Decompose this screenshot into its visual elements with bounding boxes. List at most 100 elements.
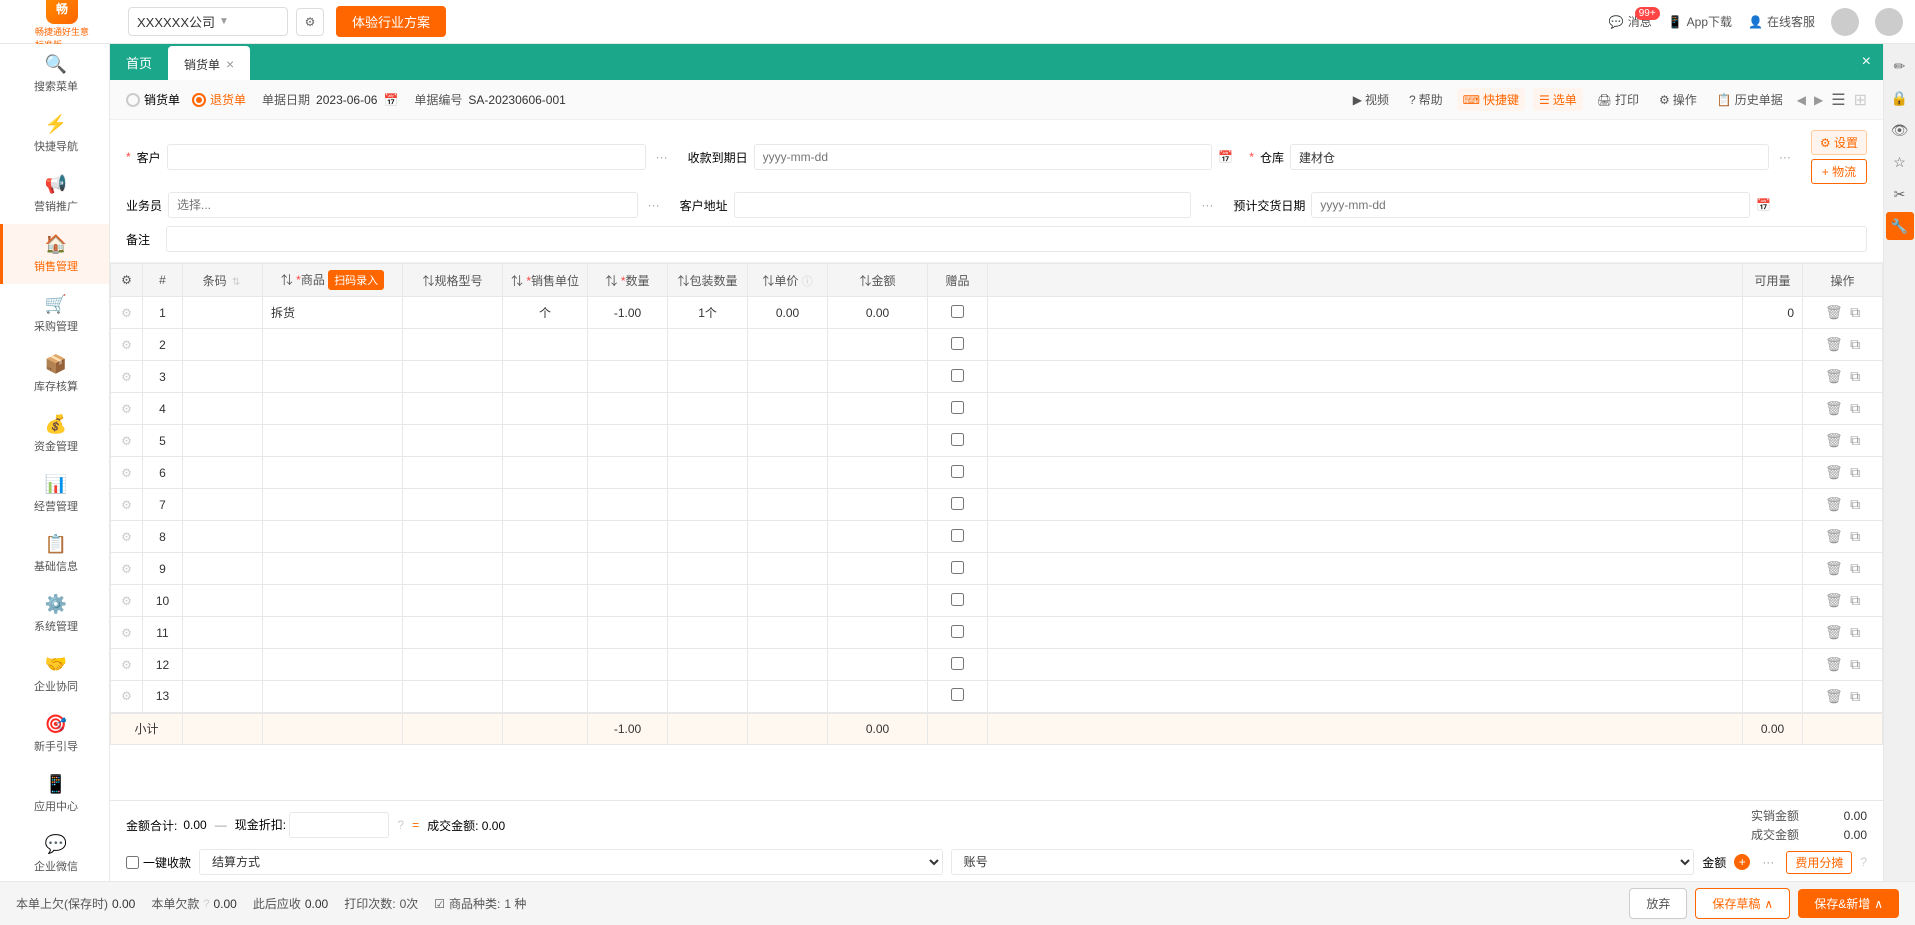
cell-spec[interactable]: [403, 489, 503, 521]
cell-pkg-qty[interactable]: [668, 489, 748, 521]
cell-pkg-qty[interactable]: [668, 649, 748, 681]
shortcut-btn[interactable]: ⌨ 快捷键: [1457, 88, 1525, 111]
copy-icon[interactable]: ⧉: [1850, 464, 1860, 480]
cell-gear[interactable]: ⚙: [111, 329, 143, 361]
cell-unit[interactable]: [503, 553, 588, 585]
remark-input[interactable]: [166, 226, 1867, 252]
user-avatar[interactable]: [1831, 8, 1859, 36]
radio-return[interactable]: 退货单: [192, 91, 246, 108]
cell-price[interactable]: [748, 649, 828, 681]
cell-barcode[interactable]: [183, 361, 263, 393]
cell-pkg-qty[interactable]: [668, 585, 748, 617]
cell-spec[interactable]: [403, 617, 503, 649]
addr-ellipsis-icon[interactable]: ···: [1197, 198, 1217, 212]
cell-product[interactable]: [263, 361, 403, 393]
cell-barcode[interactable]: [183, 617, 263, 649]
gift-checkbox[interactable]: [951, 529, 964, 542]
cell-amount[interactable]: [828, 361, 928, 393]
cell-pkg-qty[interactable]: [668, 617, 748, 649]
copy-icon[interactable]: ⧉: [1850, 624, 1860, 640]
cell-price[interactable]: [748, 521, 828, 553]
pkg-sort-icon[interactable]: ⇅: [678, 274, 690, 288]
copy-icon[interactable]: ⧉: [1850, 400, 1860, 416]
cell-product[interactable]: [263, 553, 403, 585]
warehouse-input[interactable]: [1290, 144, 1769, 170]
cell-barcode[interactable]: [183, 521, 263, 553]
cell-amount[interactable]: [828, 329, 928, 361]
cell-pkg-qty[interactable]: 1个: [668, 297, 748, 329]
copy-icon[interactable]: ⧉: [1850, 592, 1860, 608]
cell-product[interactable]: [263, 649, 403, 681]
cell-gift[interactable]: [928, 649, 988, 681]
cell-gift[interactable]: [928, 553, 988, 585]
nav-next-icon[interactable]: ▶: [1814, 93, 1823, 107]
right-panel-eye-btn[interactable]: 👁: [1886, 116, 1914, 144]
cell-qty[interactable]: [588, 329, 668, 361]
account-select[interactable]: 账号: [951, 849, 1695, 875]
right-panel-star-btn[interactable]: ☆: [1886, 148, 1914, 176]
cell-gift[interactable]: [928, 681, 988, 713]
right-panel-edit-btn[interactable]: ✏: [1886, 52, 1914, 80]
cell-pkg-qty[interactable]: [668, 425, 748, 457]
salesperson-ellipsis-icon[interactable]: ···: [644, 198, 664, 212]
cell-gear[interactable]: ⚙: [111, 361, 143, 393]
copy-icon[interactable]: ⧉: [1850, 528, 1860, 544]
sidebar-item-wechat[interactable]: 💬 企业微信: [0, 824, 109, 881]
cell-gift[interactable]: [928, 425, 988, 457]
delivery-calendar-icon[interactable]: 📅: [1756, 198, 1771, 212]
delete-icon[interactable]: 🗑: [1825, 400, 1843, 416]
cell-spec[interactable]: [403, 425, 503, 457]
cell-gear[interactable]: ⚙: [111, 617, 143, 649]
cell-unit[interactable]: [503, 489, 588, 521]
gift-checkbox[interactable]: [951, 561, 964, 574]
checkbox-product[interactable]: ☑: [434, 897, 445, 911]
delete-icon[interactable]: 🗑: [1825, 368, 1843, 384]
cell-product[interactable]: [263, 521, 403, 553]
gift-checkbox[interactable]: [951, 688, 964, 701]
cell-pkg-qty[interactable]: [668, 329, 748, 361]
gift-checkbox[interactable]: [951, 305, 964, 318]
add-payment-btn[interactable]: +: [1734, 854, 1750, 870]
gift-checkbox[interactable]: [951, 657, 964, 670]
cell-gift[interactable]: [928, 585, 988, 617]
cell-amount[interactable]: [828, 585, 928, 617]
delete-icon[interactable]: 🗑: [1825, 336, 1843, 352]
cell-gear[interactable]: ⚙: [111, 425, 143, 457]
cell-amount[interactable]: [828, 521, 928, 553]
gift-checkbox[interactable]: [951, 401, 964, 414]
cell-pkg-qty[interactable]: [668, 553, 748, 585]
owed-info-icon[interactable]: ?: [203, 898, 209, 910]
cell-barcode[interactable]: [183, 457, 263, 489]
cell-product[interactable]: 拆货: [263, 297, 403, 329]
save-draft-button[interactable]: 保存草稿 ∧: [1695, 888, 1790, 919]
cell-spec[interactable]: [403, 553, 503, 585]
cell-unit[interactable]: [503, 585, 588, 617]
cell-qty[interactable]: [588, 553, 668, 585]
cell-amount[interactable]: [828, 649, 928, 681]
gift-checkbox[interactable]: [951, 337, 964, 350]
cell-qty[interactable]: [588, 361, 668, 393]
cell-gift[interactable]: [928, 489, 988, 521]
cell-gift[interactable]: [928, 457, 988, 489]
cell-unit[interactable]: [503, 329, 588, 361]
fee-help-icon[interactable]: ?: [1860, 855, 1867, 869]
sidebar-item-enterprise[interactable]: 🤝 企业协同: [0, 644, 109, 704]
cell-barcode[interactable]: [183, 649, 263, 681]
cell-spec[interactable]: [403, 649, 503, 681]
discount-help-icon[interactable]: ?: [397, 818, 404, 832]
sidebar-item-system[interactable]: ⚙️ 系统管理: [0, 584, 109, 644]
cell-price[interactable]: [748, 553, 828, 585]
cell-gift[interactable]: [928, 361, 988, 393]
cell-product[interactable]: [263, 617, 403, 649]
customer-ellipsis-icon[interactable]: ···: [652, 150, 672, 164]
copy-icon[interactable]: ⧉: [1850, 656, 1860, 672]
cell-gift[interactable]: [928, 521, 988, 553]
cell-unit[interactable]: [503, 425, 588, 457]
tab-sales-order[interactable]: 销货单 ×: [168, 46, 250, 82]
payment-calendar-icon[interactable]: 📅: [1218, 150, 1233, 164]
cell-qty[interactable]: [588, 393, 668, 425]
cell-price[interactable]: [748, 585, 828, 617]
app-download-btn[interactable]: 📱 App下载: [1668, 13, 1732, 30]
unit-sort-icon[interactable]: ⇅: [511, 274, 523, 288]
cell-unit[interactable]: 个: [503, 297, 588, 329]
